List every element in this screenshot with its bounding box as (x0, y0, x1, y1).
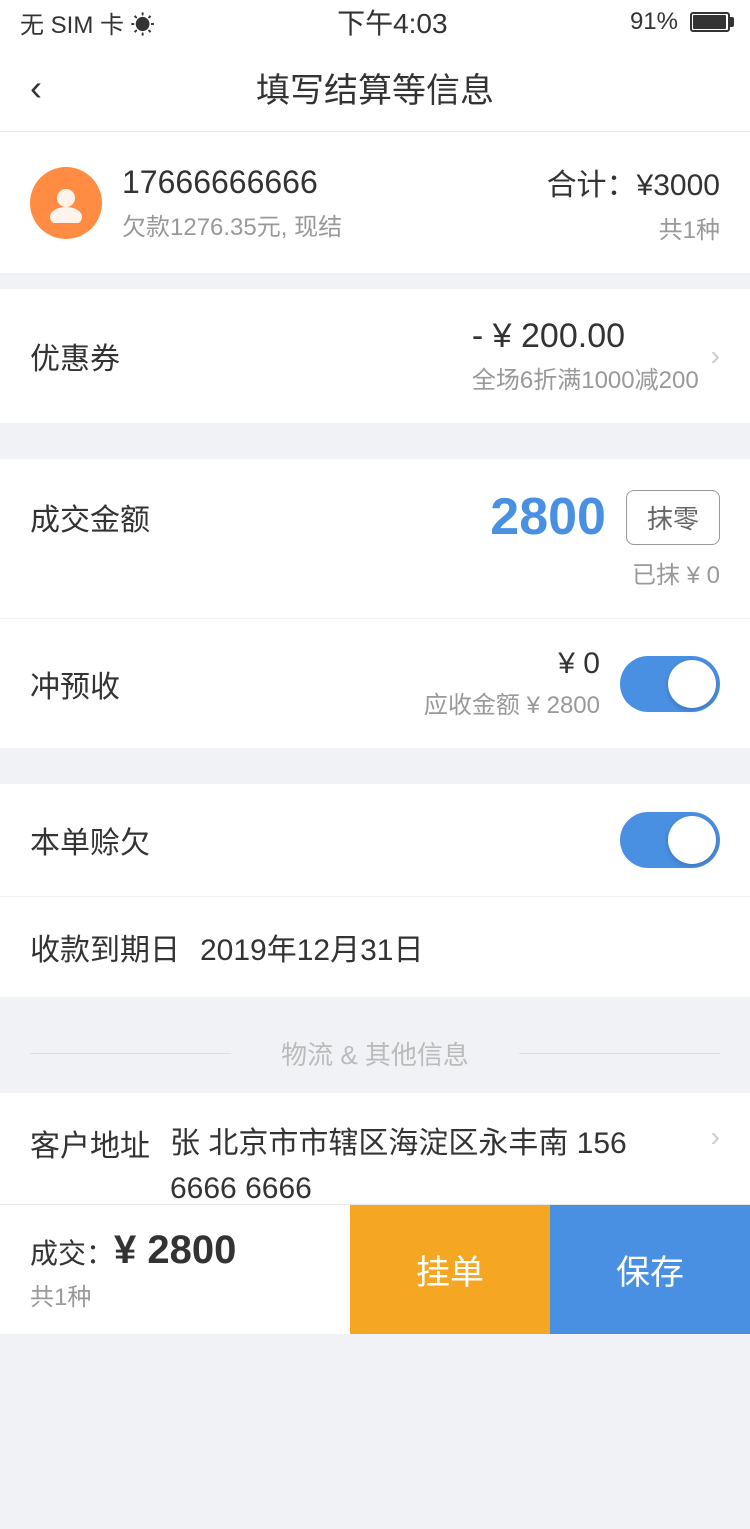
coupon-label: 优惠券 (30, 334, 120, 378)
coupon-row[interactable]: 优惠券 - ¥ 200.00 全场6折满1000减200 › (0, 289, 750, 423)
coupon-right: - ¥ 200.00 全场6折满1000减200 › (472, 317, 720, 395)
deal-amount-value: 2800 (490, 487, 606, 547)
avatar (30, 167, 102, 239)
nav-bar: ‹ 填写结算等信息 (0, 44, 750, 132)
prepay-sub: 应收金额 ¥ 2800 (424, 685, 600, 720)
deal-amount-label: 成交金额 (30, 495, 150, 539)
debt-toggle[interactable] (620, 812, 720, 868)
prepay-row: 冲预收 ¥ 0 应收金额 ¥ 2800 (30, 647, 720, 720)
sim-label: 无 SIM 卡 ☀ (20, 5, 155, 40)
bottom-deal-label: 成交： (30, 1238, 114, 1269)
prepay-right: ¥ 0 应收金额 ¥ 2800 (424, 647, 720, 720)
customer-debt: 欠款1276.35元, 现结 (122, 207, 342, 242)
toggle-knob (668, 660, 716, 708)
battery-icon (690, 12, 730, 32)
divider-line-right (519, 1053, 720, 1054)
due-date-value: 2019年12月31日 (200, 925, 423, 969)
prepay-label: 冲预收 (30, 662, 120, 706)
address-label: 客户地址 (30, 1121, 150, 1165)
bottom-deal-amount: ¥ 2800 (114, 1228, 236, 1272)
status-left: 无 SIM 卡 ☀ (20, 5, 155, 40)
section-separator-2 (0, 748, 750, 768)
bottom-bar: 成交：¥ 2800 共1种 挂单 保存 (0, 1204, 750, 1334)
chevron-right-icon: › (711, 340, 720, 372)
status-time: 下午4:03 (337, 2, 448, 42)
debt-section: 本单赊欠 (0, 784, 750, 896)
due-date-section: 收款到期日 2019年12月31日 (0, 896, 750, 997)
page-title: 填写结算等信息 (256, 63, 494, 112)
due-date-label: 收款到期日 (30, 925, 180, 969)
address-value: 张 北京市市辖区海淀区永丰南 156 6666 6666 (170, 1121, 701, 1211)
prepay-amount: ¥ 0 (424, 647, 600, 681)
divider-text: 物流 & 其他信息 (281, 1035, 469, 1072)
deal-row: 成交金额 2800 抹零 (30, 487, 720, 547)
coupon-desc: 全场6折满1000减200 (472, 360, 699, 395)
address-chevron-icon: › (711, 1121, 720, 1153)
customer-info: 17666666666 欠款1276.35元, 现结 (122, 164, 342, 242)
debt-toggle-knob (668, 816, 716, 864)
status-right: 91% (630, 8, 730, 36)
customer-total: 合计：¥3000 (547, 160, 720, 204)
hold-order-button[interactable]: 挂单 (350, 1205, 550, 1334)
status-bar: 无 SIM 卡 ☀ 下午4:03 91% (0, 0, 750, 44)
battery-percent: 91% (630, 8, 678, 36)
due-date-row: 收款到期日 2019年12月31日 (30, 925, 720, 969)
debt-label: 本单赊欠 (30, 818, 150, 862)
round-button[interactable]: 抹零 (626, 490, 720, 545)
customer-card: 17666666666 欠款1276.35元, 现结 合计：¥3000 共1种 (0, 132, 750, 273)
deal-value-area: 2800 抹零 (490, 487, 720, 547)
deal-sub-text: 已抹 ¥ 0 (30, 555, 720, 590)
prepay-toggle[interactable] (620, 656, 720, 712)
prepay-amount-block: ¥ 0 应收金额 ¥ 2800 (424, 647, 600, 720)
bottom-count: 共1种 (30, 1277, 320, 1312)
back-button[interactable]: ‹ (30, 67, 90, 109)
battery-fill (693, 15, 726, 29)
coupon-info: - ¥ 200.00 全场6折满1000减200 (472, 317, 699, 395)
prepay-section: 冲预收 ¥ 0 应收金额 ¥ 2800 (0, 618, 750, 748)
bottom-deal-row: 成交：¥ 2800 (30, 1228, 320, 1273)
customer-phone: 17666666666 (122, 164, 342, 201)
bottom-info: 成交：¥ 2800 共1种 (0, 1228, 350, 1312)
customer-count: 共1种 (547, 210, 720, 245)
divider-line-left (30, 1053, 231, 1054)
customer-left: 17666666666 欠款1276.35元, 现结 (30, 164, 342, 242)
divider-section: 物流 & 其他信息 (0, 1013, 750, 1093)
save-button[interactable]: 保存 (550, 1205, 750, 1334)
coupon-amount: - ¥ 200.00 (472, 317, 699, 356)
deal-amount-section: 成交金额 2800 抹零 已抹 ¥ 0 (0, 459, 750, 618)
customer-right: 合计：¥3000 共1种 (547, 160, 720, 245)
section-separator (0, 439, 750, 459)
